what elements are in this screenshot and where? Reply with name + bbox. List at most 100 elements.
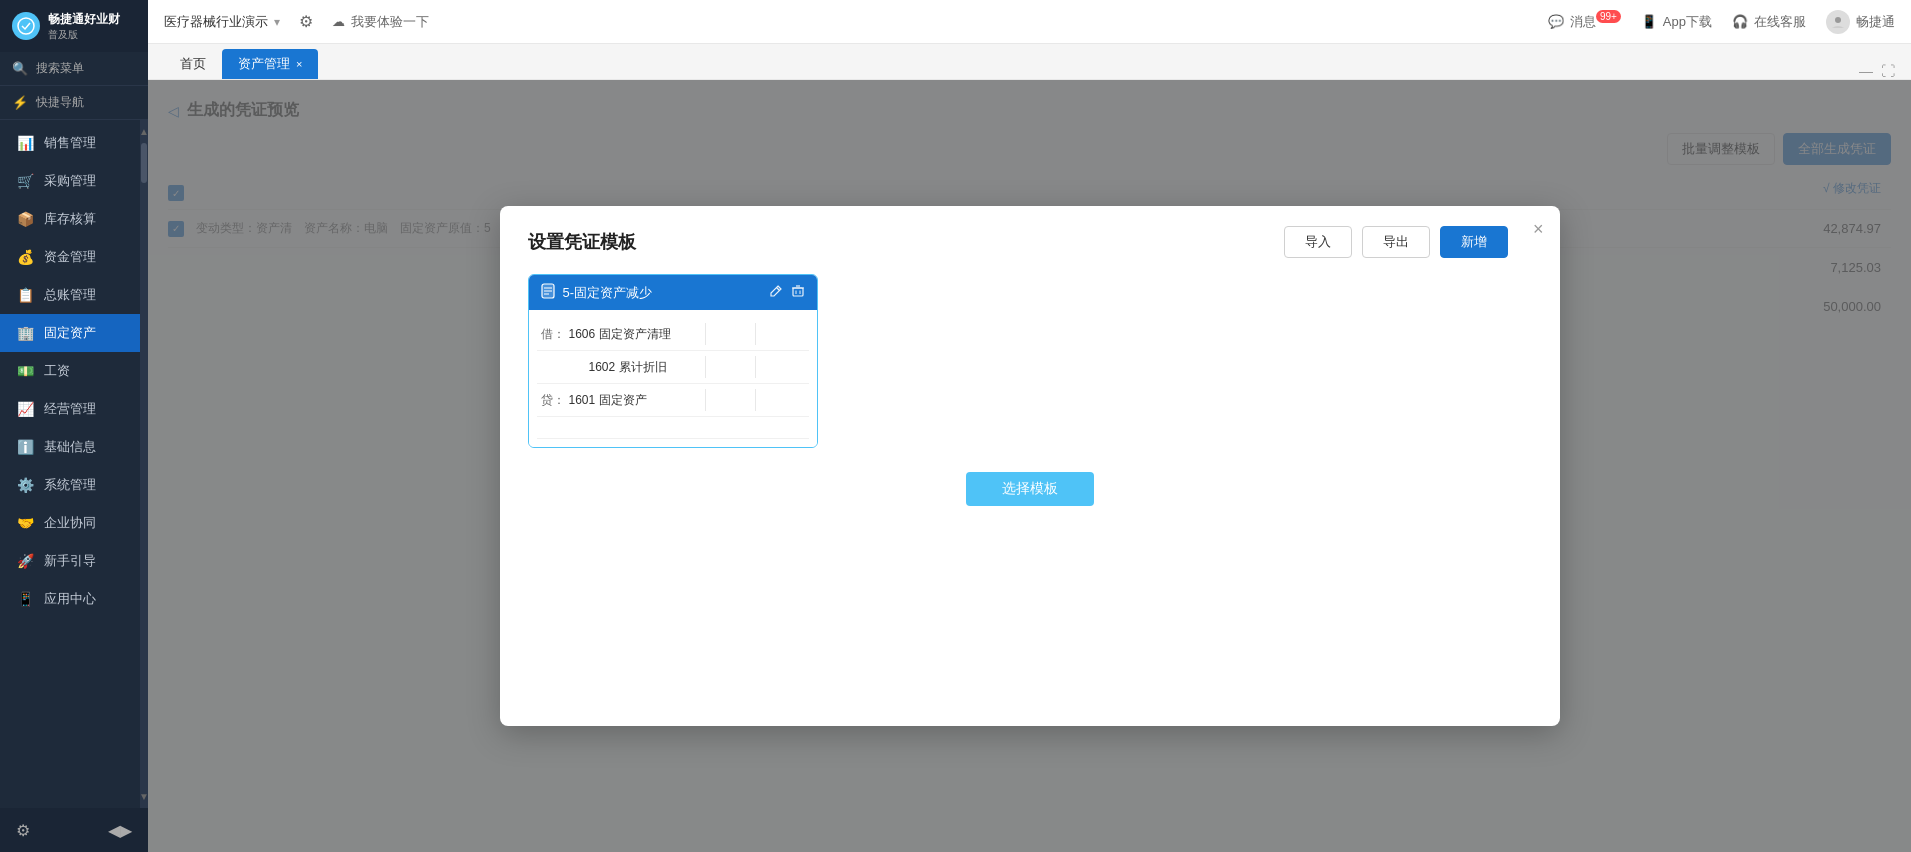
tab-minimize-icon[interactable]: — bbox=[1859, 63, 1873, 79]
company-settings-icon[interactable]: ⚙ bbox=[292, 8, 320, 36]
username-label: 畅捷通 bbox=[1856, 13, 1895, 31]
sidebar-item-label: 资金管理 bbox=[44, 248, 96, 266]
sidebar-item-label: 工资 bbox=[44, 362, 70, 380]
sidebar: 畅捷通好业财 普及版 🔍 搜索菜单 ⚡ 快捷导航 📊 销售管理 🛒 采购管理 📦… bbox=[0, 0, 148, 852]
enterprise-icon: 🤝 bbox=[16, 514, 34, 532]
import-button[interactable]: 导入 bbox=[1284, 226, 1352, 258]
purchase-icon: 🛒 bbox=[16, 172, 34, 190]
search-area[interactable]: 🔍 搜索菜单 bbox=[0, 52, 148, 86]
quick-nav-icon: ⚡ bbox=[12, 95, 28, 110]
sidebar-item-ledger[interactable]: 📋 总账管理 bbox=[0, 276, 140, 314]
quick-nav-label: 快捷导航 bbox=[36, 94, 84, 111]
headset-icon: 🎧 bbox=[1732, 14, 1748, 29]
app-edition: 普及版 bbox=[48, 28, 120, 42]
quick-nav-area[interactable]: ⚡ 快捷导航 bbox=[0, 86, 148, 120]
sidebar-item-label: 经营管理 bbox=[44, 400, 96, 418]
entry-type-3: 贷： bbox=[541, 392, 569, 409]
scroll-thumb[interactable] bbox=[141, 143, 147, 183]
notification-count: 99+ bbox=[1596, 10, 1621, 23]
tab-home[interactable]: 首页 bbox=[164, 49, 222, 79]
entry-credit-2 bbox=[755, 356, 805, 378]
sidebar-nav: 📊 销售管理 🛒 采购管理 📦 库存核算 💰 资金管理 📋 总账管理 🏢 bbox=[0, 120, 140, 808]
entry-debit-3 bbox=[705, 389, 755, 411]
user-avatar bbox=[1826, 10, 1850, 34]
sidebar-item-label: 库存核算 bbox=[44, 210, 96, 228]
tab-bar: 首页 资产管理 × — ⛶ bbox=[148, 44, 1911, 80]
app-title: 畅捷通好业财 bbox=[48, 11, 120, 28]
customer-service-action[interactable]: 🎧 在线客服 bbox=[1732, 13, 1806, 31]
header-right: 💬 消息 99+ 📱 App下载 🎧 在线客服 畅捷通 bbox=[1548, 10, 1895, 34]
sidebar-item-guide[interactable]: 🚀 新手引导 bbox=[0, 542, 140, 580]
tab-close-icon[interactable]: × bbox=[296, 58, 302, 70]
settings-footer-icon[interactable]: ⚙ bbox=[16, 821, 30, 840]
system-icon: ⚙️ bbox=[16, 476, 34, 494]
modal-overlay: × 设置凭证模板 导入 导出 新增 bbox=[148, 80, 1911, 852]
modal-close-btn[interactable]: × bbox=[1533, 220, 1544, 238]
sidebar-item-operations[interactable]: 📈 经营管理 bbox=[0, 390, 140, 428]
select-template-button[interactable]: 选择模板 bbox=[966, 472, 1094, 506]
sidebar-item-finance[interactable]: 💰 资金管理 bbox=[0, 238, 140, 276]
svg-point-1 bbox=[1835, 17, 1841, 23]
template-card-body: 借： 1606 固定资产清理 1602 累计折旧 bbox=[529, 310, 817, 447]
app-download-action[interactable]: 📱 App下载 bbox=[1641, 13, 1712, 31]
app-download-label: App下载 bbox=[1663, 13, 1712, 31]
sidebar-item-fixed-assets[interactable]: 🏢 固定资产 bbox=[0, 314, 140, 352]
sidebar-item-label: 采购管理 bbox=[44, 172, 96, 190]
page-content: ◁ 生成的凭证预览 批量调整模板 全部生成凭证 ✓ ✓ bbox=[148, 80, 1911, 852]
sidebar-item-label: 基础信息 bbox=[44, 438, 96, 456]
template-edit-icon[interactable] bbox=[769, 284, 783, 301]
sidebar-item-basics[interactable]: ℹ️ 基础信息 bbox=[0, 428, 140, 466]
sidebar-scrollbar[interactable]: ▲ ▼ bbox=[140, 120, 148, 808]
new-button[interactable]: 新增 bbox=[1440, 226, 1508, 258]
sidebar-item-label: 应用中心 bbox=[44, 590, 96, 608]
scroll-down-arrow[interactable]: ▼ bbox=[137, 789, 148, 804]
template-entry-2: 1602 累计折旧 bbox=[537, 351, 809, 384]
sidebar-item-apps[interactable]: 📱 应用中心 bbox=[0, 580, 140, 618]
sidebar-item-label: 总账管理 bbox=[44, 286, 96, 304]
sidebar-item-sales[interactable]: 📊 销售管理 bbox=[0, 124, 140, 162]
template-card-5: 5-固定资产减少 bbox=[528, 274, 818, 448]
tab-asset-management[interactable]: 资产管理 × bbox=[222, 49, 318, 79]
entry-account-1: 1606 固定资产清理 bbox=[569, 326, 705, 343]
collapse-icon[interactable]: ◀▶ bbox=[108, 821, 132, 840]
template-grid: 5-固定资产减少 bbox=[528, 274, 1532, 448]
operations-icon: 📈 bbox=[16, 400, 34, 418]
sidebar-item-inventory[interactable]: 📦 库存核算 bbox=[0, 200, 140, 238]
company-selector[interactable]: 医疗器械行业演示 ▾ bbox=[164, 13, 280, 31]
experience-label: 我要体验一下 bbox=[351, 13, 429, 31]
basics-icon: ℹ️ bbox=[16, 438, 34, 456]
svg-line-6 bbox=[776, 288, 779, 291]
top-header: 医疗器械行业演示 ▾ ⚙ ☁ 我要体验一下 💬 消息 99+ 📱 App下载 🎧… bbox=[148, 0, 1911, 44]
template-empty-row bbox=[537, 417, 809, 439]
logo-text-area: 畅捷通好业财 普及版 bbox=[48, 11, 120, 42]
user-action[interactable]: 畅捷通 bbox=[1826, 10, 1895, 34]
logo-icon bbox=[12, 12, 40, 40]
inventory-icon: 📦 bbox=[16, 210, 34, 228]
entry-account-2: 1602 累计折旧 bbox=[569, 359, 705, 376]
sidebar-item-purchase[interactable]: 🛒 采购管理 bbox=[0, 162, 140, 200]
sidebar-item-system[interactable]: ⚙️ 系统管理 bbox=[0, 466, 140, 504]
sidebar-header: 畅捷通好业财 普及版 bbox=[0, 0, 148, 52]
sidebar-item-label: 新手引导 bbox=[44, 552, 96, 570]
company-name: 医疗器械行业演示 bbox=[164, 13, 268, 31]
tab-maximize-icon[interactable]: ⛶ bbox=[1881, 63, 1895, 79]
template-delete-icon[interactable] bbox=[791, 284, 805, 301]
notification-label: 消息 bbox=[1570, 13, 1596, 31]
sidebar-item-label: 销售管理 bbox=[44, 134, 96, 152]
notification-icon: 💬 bbox=[1548, 14, 1564, 29]
scroll-up-arrow[interactable]: ▲ bbox=[137, 124, 148, 139]
entry-credit-3 bbox=[755, 389, 805, 411]
select-template-area: 选择模板 bbox=[528, 472, 1532, 506]
phone-icon: 📱 bbox=[1641, 14, 1657, 29]
experience-button[interactable]: ☁ 我要体验一下 bbox=[332, 13, 429, 31]
sidebar-item-payroll[interactable]: 💵 工资 bbox=[0, 352, 140, 390]
apps-icon: 📱 bbox=[16, 590, 34, 608]
tab-window-controls: — ⛶ bbox=[1859, 63, 1895, 79]
sidebar-footer: ⚙ ◀▶ bbox=[0, 808, 148, 852]
notification-action[interactable]: 💬 消息 99+ bbox=[1548, 13, 1621, 31]
home-tab-label: 首页 bbox=[180, 55, 206, 73]
export-button[interactable]: 导出 bbox=[1362, 226, 1430, 258]
sidebar-item-enterprise[interactable]: 🤝 企业协同 bbox=[0, 504, 140, 542]
sales-icon: 📊 bbox=[16, 134, 34, 152]
svg-rect-7 bbox=[793, 288, 803, 296]
